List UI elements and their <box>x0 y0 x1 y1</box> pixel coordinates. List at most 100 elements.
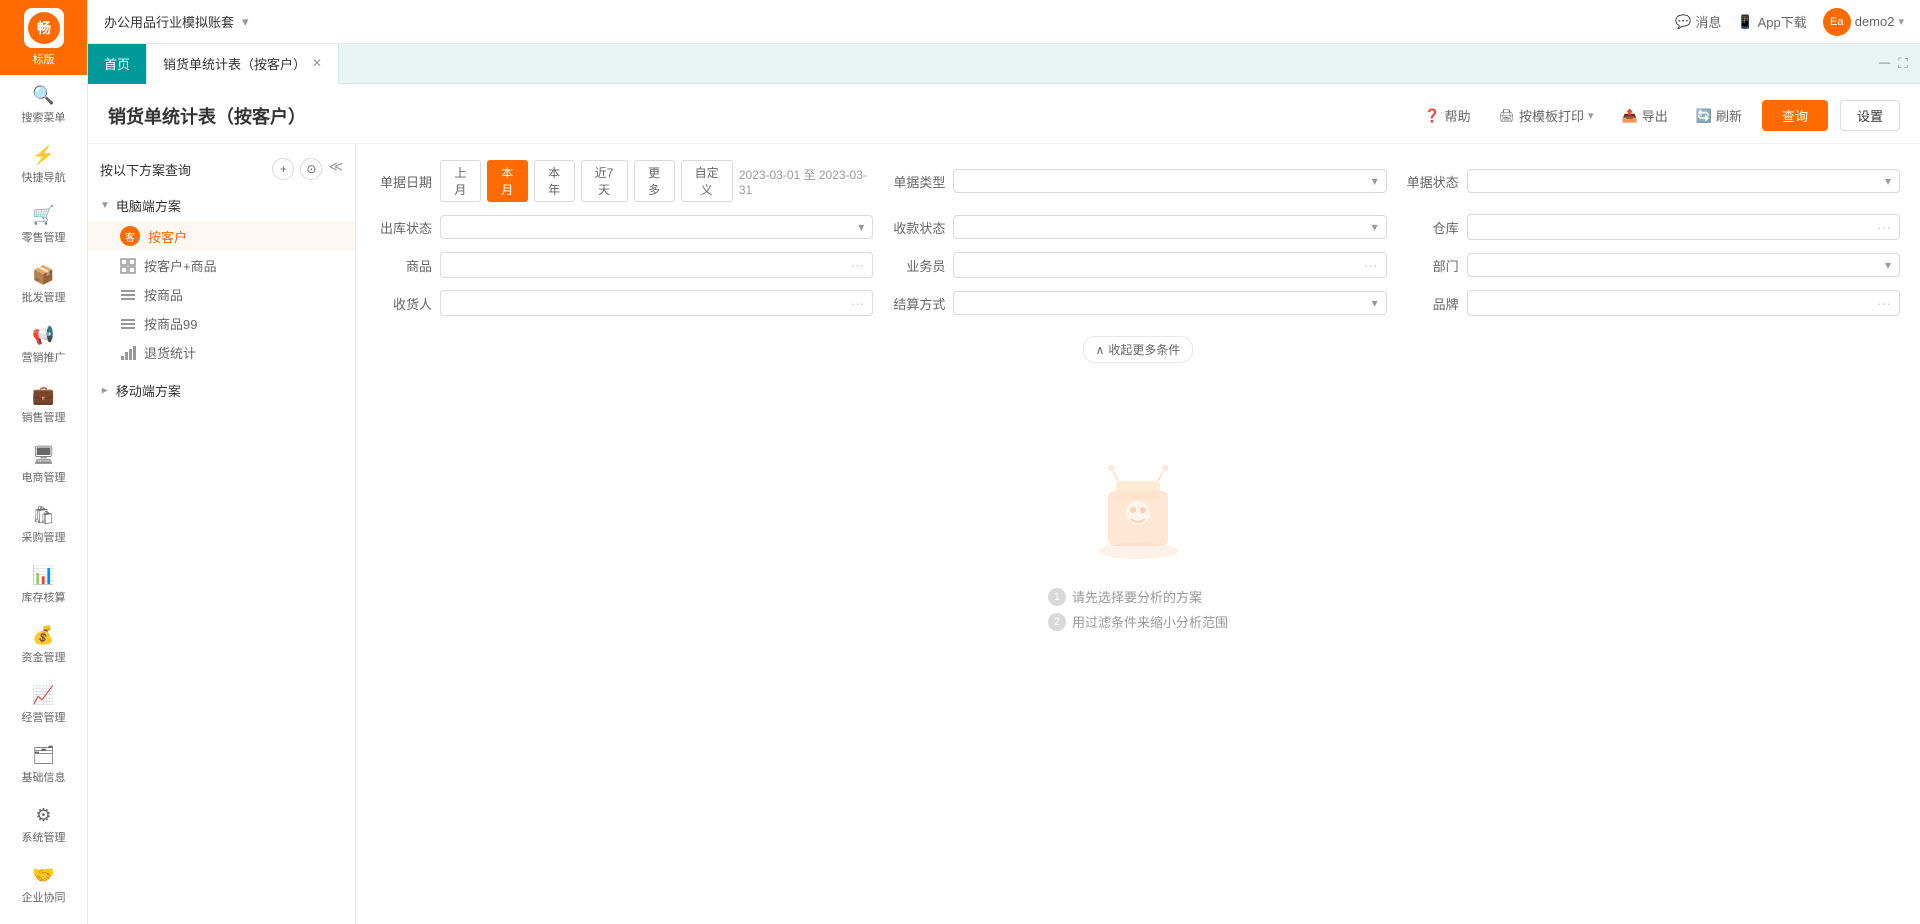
query-button[interactable]: 查询 <box>1762 100 1828 131</box>
tree-return-stats-label: 退货统计 <box>144 343 196 362</box>
sidebar-label-purchase: 采购管理 <box>22 529 66 545</box>
tab-minimize-icon[interactable]: ─ <box>1879 55 1890 73</box>
tree-mobile-label: 移动端方案 <box>116 381 181 400</box>
sidebar-item-inventory[interactable]: 📊 库存核算 <box>0 555 87 615</box>
salesperson-input[interactable]: ··· <box>953 252 1386 278</box>
base-icon: 🗂 <box>32 745 55 766</box>
order-status-label: 单据状态 <box>1403 172 1459 191</box>
warehouse-input[interactable]: ··· <box>1467 214 1900 240</box>
tab-sales-stats[interactable]: 销货单统计表（按客户） ✕ <box>147 44 339 84</box>
sidebar-item-finance[interactable]: 💰 资金管理 <box>0 615 87 675</box>
filter-receiver-col: 收货人 ··· <box>376 290 873 316</box>
date-more-btn[interactable]: 更多 <box>634 160 675 202</box>
filter-row-3: 商品 ··· 业务员 ··· 部门 <box>376 252 1900 278</box>
date-this-year-btn[interactable]: 本年 <box>534 160 575 202</box>
tree-by-goods[interactable]: 按商品 <box>88 280 355 309</box>
out-status-select[interactable]: ▾ <box>440 215 873 239</box>
tree-by-customer-goods[interactable]: 按客户+商品 <box>88 251 355 280</box>
goods-label: 商品 <box>376 256 432 275</box>
sidebar-item-marketing[interactable]: 📢 营销推广 <box>0 315 87 375</box>
brand-input[interactable]: ··· <box>1467 290 1900 316</box>
enterprise-icon: 🤝 <box>32 865 54 886</box>
retail-icon: 🛒 <box>32 205 54 226</box>
salesperson-label: 业务员 <box>889 256 945 275</box>
dept-select[interactable]: ▾ <box>1467 253 1900 277</box>
sidebar-item-guide[interactable]: 🎯 新手引导 <box>0 915 87 924</box>
date-this-month-btn[interactable]: 本月 <box>487 160 528 202</box>
industry-label: 办公用品行业模拟账套 <box>104 12 234 31</box>
sidebar-item-system[interactable]: ⚙ 系统管理 <box>0 795 87 855</box>
goods-icon <box>120 287 136 303</box>
tab-maximize-icon[interactable]: ⛶ <box>1898 55 1908 72</box>
add-scheme-btn[interactable]: + <box>272 158 294 180</box>
left-panel: 按以下方案查询 + ⊙ ≪ <box>88 144 356 924</box>
quick-nav-icon: ⚡ <box>32 145 54 166</box>
export-btn[interactable]: 📤 导出 <box>1614 102 1676 129</box>
date-7days-btn[interactable]: 近7天 <box>581 160 628 202</box>
sidebar-item-search[interactable]: 🔍 搜索菜单 <box>0 75 87 135</box>
filter-settle-col: 结算方式 ▾ <box>889 291 1386 315</box>
receiver-label: 收货人 <box>376 294 432 313</box>
sidebar-item-retail[interactable]: 🛒 零售管理 <box>0 195 87 255</box>
logo-icon: 畅 <box>24 8 64 48</box>
logo-area[interactable]: 畅 标版 <box>0 0 87 75</box>
out-status-dropdown-icon: ▾ <box>858 220 864 234</box>
order-status-select[interactable]: ▾ <box>1467 169 1900 193</box>
filter-brand-col: 品牌 ··· <box>1403 290 1900 316</box>
template-print-btn[interactable]: 🖨 按模板打印 ▾ <box>1491 102 1602 129</box>
order-type-select[interactable]: ▾ <box>953 169 1386 193</box>
sidebar-item-enterprise[interactable]: 🤝 企业协同 <box>0 855 87 915</box>
tree-arrow-right: ▼ <box>99 386 110 396</box>
tab-home[interactable]: 首页 <box>88 44 147 84</box>
filter-row-4: 收货人 ··· 结算方式 ▾ 品牌 <box>376 290 1900 316</box>
purchase-icon: 🛍 <box>32 505 55 526</box>
body-layout: 按以下方案查询 + ⊙ ≪ <box>88 144 1920 924</box>
panel-collapse-btn[interactable]: ≪ <box>328 158 343 180</box>
order-type-label: 单据类型 <box>889 172 945 191</box>
settings-button[interactable]: 设置 <box>1840 100 1900 131</box>
marketing-icon: 📢 <box>32 325 54 346</box>
sidebar-item-base[interactable]: 🗂 基础信息 <box>0 735 87 795</box>
settle-select[interactable]: ▾ <box>953 291 1386 315</box>
page-title: 销货单统计表（按客户） <box>108 103 306 129</box>
tree-by-goods-label: 按商品 <box>144 285 183 304</box>
goods-input[interactable]: ··· <box>440 252 873 278</box>
topbar-right: 💬 消息 📱 App下载 Ea demo2 ▾ <box>1675 8 1904 36</box>
sidebar-item-wholesale[interactable]: 📦 批发管理 <box>0 255 87 315</box>
tab-close-icon[interactable]: ✕ <box>312 56 322 70</box>
collapse-conditions-btn[interactable]: ∧ 收起更多条件 <box>1083 336 1194 363</box>
help-btn[interactable]: ❓ 帮助 <box>1416 102 1478 129</box>
sidebar-item-quick-nav[interactable]: ⚡ 快捷导航 <box>0 135 87 195</box>
return-stats-icon <box>120 345 136 361</box>
tree-by-goods99-label: 按商品99 <box>144 314 197 333</box>
sidebar-item-sales[interactable]: 💼 销售管理 <box>0 375 87 435</box>
customer-goods-icon <box>120 258 136 274</box>
app-download-icon: 📱 <box>1737 14 1753 30</box>
tree-return-stats[interactable]: 退货统计 <box>88 338 355 367</box>
filter-row-1: 单据日期 上月 本月 本年 近7天 更多 自定义 2023-03-01 至 20… <box>376 160 1900 202</box>
app-download-btn[interactable]: 📱 App下载 <box>1737 12 1806 31</box>
sidebar-label-operation: 经营管理 <box>22 709 66 725</box>
sidebar-item-ecommerce[interactable]: 🖥 电商管理 <box>0 435 87 495</box>
date-custom-btn[interactable]: 自定义 <box>681 160 733 202</box>
tree-by-goods99[interactable]: 按商品99 <box>88 309 355 338</box>
sidebar-item-operation[interactable]: 📈 经营管理 <box>0 675 87 735</box>
refresh-btn[interactable]: 🔄 刷新 <box>1688 102 1750 129</box>
tree-desktop-parent[interactable]: ▼ 电脑端方案 <box>88 190 355 221</box>
edit-scheme-btn[interactable]: ⊙ <box>300 158 322 180</box>
receive-status-select[interactable]: ▾ <box>953 215 1386 239</box>
date-last-month-btn[interactable]: 上月 <box>440 160 481 202</box>
empty-state: 1 请先选择要分析的方案 2 用过滤条件来缩小分析范围 <box>376 371 1900 711</box>
message-btn[interactable]: 💬 消息 <box>1675 12 1721 31</box>
collapse-icon: ≪ <box>328 158 343 174</box>
industry-dropdown-arrow[interactable]: ▾ <box>242 14 249 30</box>
receiver-input[interactable]: ··· <box>440 290 873 316</box>
message-label: 消息 <box>1695 12 1721 31</box>
user-profile-btn[interactable]: Ea demo2 ▾ <box>1823 8 1904 36</box>
tree-mobile-parent[interactable]: ▼ 移动端方案 <box>88 375 355 406</box>
goods-dots-icon: ··· <box>850 257 864 273</box>
empty-tip-1: 1 请先选择要分析的方案 <box>1048 587 1228 606</box>
tree-by-customer[interactable]: 客 按客户 <box>88 221 355 251</box>
sidebar-item-purchase[interactable]: 🛍 采购管理 <box>0 495 87 555</box>
sidebar-label-quick-nav: 快捷导航 <box>22 169 66 185</box>
